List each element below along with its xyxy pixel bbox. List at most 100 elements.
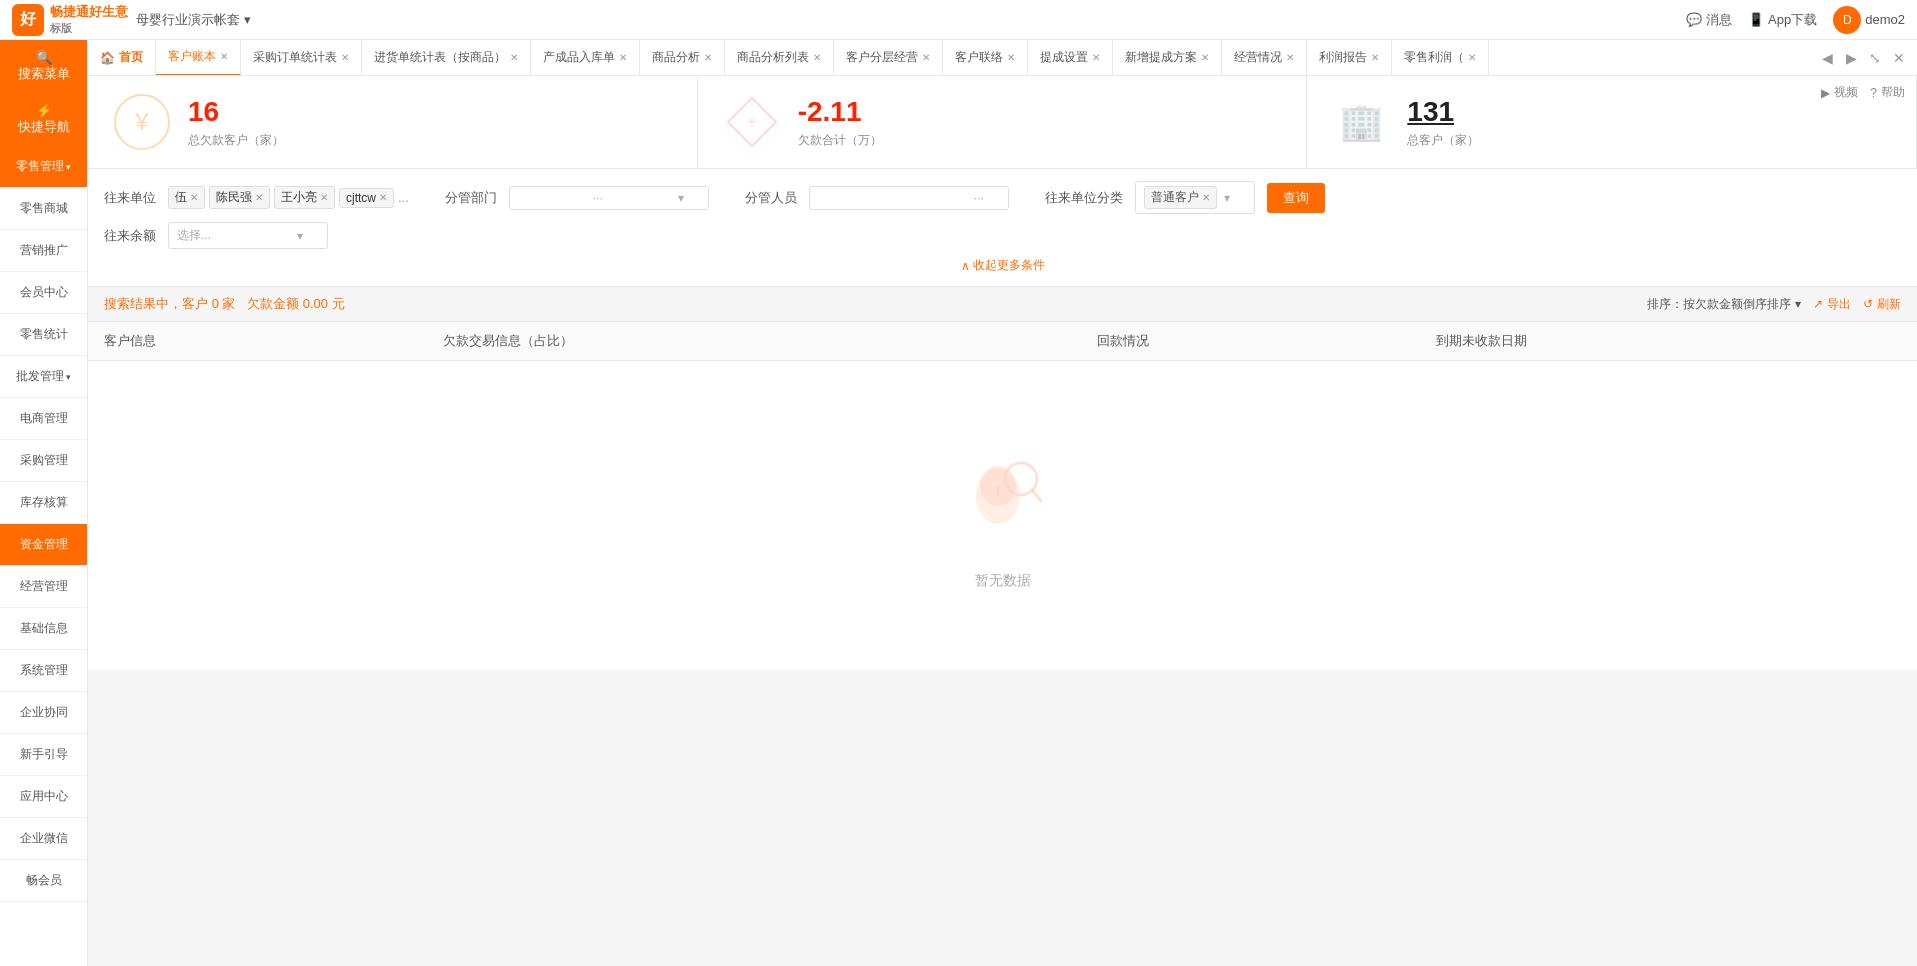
tab-product-list-close[interactable]: ✕ bbox=[813, 52, 821, 63]
tab-profit-label: 利润报告 bbox=[1319, 49, 1367, 66]
sidebar-item-app-center[interactable]: 应用中心 bbox=[0, 776, 87, 818]
tag-wang-close[interactable]: ✕ bbox=[320, 192, 328, 203]
demo-label: 母婴行业演示帐套 bbox=[136, 11, 240, 29]
tab-purchase-close[interactable]: ✕ bbox=[341, 52, 349, 63]
tab-incoming-close[interactable]: ✕ bbox=[510, 52, 518, 63]
tab-purchase-orders[interactable]: 采购订单统计表 ✕ bbox=[241, 40, 362, 76]
sidebar-item-ecommerce-label: 电商管理 bbox=[20, 411, 68, 425]
tab-product-close[interactable]: ✕ bbox=[619, 52, 627, 63]
person-select[interactable]: ··· bbox=[809, 186, 1009, 210]
user-menu[interactable]: D demo2 bbox=[1833, 6, 1905, 34]
stat-icon-3: 🏢 bbox=[1331, 92, 1391, 152]
results-amount-value: 0.00 bbox=[303, 296, 328, 311]
refresh-icon: ↺ bbox=[1863, 297, 1873, 311]
app-download-btn[interactable]: 📱 App下载 bbox=[1748, 11, 1817, 29]
tab-prev-btn[interactable]: ◀ bbox=[1817, 48, 1837, 68]
remaining-placeholder: 选择... bbox=[177, 227, 211, 244]
video-btn[interactable]: ▶ 视频 bbox=[1821, 84, 1858, 101]
query-button[interactable]: 查询 bbox=[1267, 183, 1325, 213]
unit-filter-tags: 伍 ✕ 陈民强 ✕ 王小亮 ✕ cjttcw ✕ bbox=[168, 186, 409, 209]
help-btn[interactable]: ? 帮助 bbox=[1870, 84, 1905, 101]
demo-selector[interactable]: 母婴行业演示帐套 ▾ bbox=[136, 11, 251, 29]
sidebar-item-basic-info[interactable]: 基础信息 bbox=[0, 608, 87, 650]
sidebar-quick-nav[interactable]: ⚡ 快捷导航 bbox=[0, 93, 87, 146]
tab-business[interactable]: 经营情况 ✕ bbox=[1222, 40, 1307, 76]
sidebar-item-retail-mgmt[interactable]: 零售管理 ▾ bbox=[0, 146, 87, 188]
collapse-btn[interactable]: ∧ 收起更多条件 bbox=[961, 257, 1045, 274]
tab-tier-close[interactable]: ✕ bbox=[922, 52, 930, 63]
tab-incoming-stats[interactable]: 进货单统计表（按商品） ✕ bbox=[362, 40, 531, 76]
tab-next-btn[interactable]: ▶ bbox=[1841, 48, 1861, 68]
sidebar-item-newuser-label: 新手引导 bbox=[20, 747, 68, 761]
sidebar-item-member-center[interactable]: 会员中心 bbox=[0, 272, 87, 314]
tab-customer-contact[interactable]: 客户联络 ✕ bbox=[943, 40, 1028, 76]
sidebar-item-system-label: 系统管理 bbox=[20, 663, 68, 677]
tab-close-all-btn[interactable]: ✕ bbox=[1889, 48, 1909, 68]
export-btn[interactable]: ↗ 导出 bbox=[1813, 296, 1851, 313]
tab-product-analysis[interactable]: 商品分析 ✕ bbox=[640, 40, 725, 76]
tab-product-analysis-list[interactable]: 商品分析列表 ✕ bbox=[725, 40, 834, 76]
sidebar-item-system-mgmt[interactable]: 系统管理 bbox=[0, 650, 87, 692]
tag-wu-close[interactable]: ✕ bbox=[190, 192, 198, 203]
sidebar-item-retail-stats[interactable]: 零售统计 bbox=[0, 314, 87, 356]
tab-expand-btn[interactable]: ⤡ bbox=[1865, 48, 1885, 68]
tab-new-commission[interactable]: 新增提成方案 ✕ bbox=[1113, 40, 1222, 76]
remaining-select[interactable]: 选择... ▾ bbox=[168, 222, 328, 249]
dept-more-btn[interactable]: ··· bbox=[593, 191, 603, 205]
message-btn[interactable]: 💬 消息 bbox=[1686, 11, 1732, 29]
sidebar-item-ecommerce-mgmt[interactable]: 电商管理 bbox=[0, 398, 87, 440]
diamond-icon: + bbox=[724, 94, 780, 150]
tab-commission-close[interactable]: ✕ bbox=[1092, 52, 1100, 63]
results-bar: 搜索结果中，客户 0 家 欠款金额 0.00 元 排序：按欠款金额倒序排序 ▾ … bbox=[88, 287, 1917, 322]
filter-tag-more[interactable]: ... bbox=[398, 190, 409, 205]
tab-profit-close[interactable]: ✕ bbox=[1371, 52, 1379, 63]
tab-retail-close[interactable]: ✕ bbox=[1468, 52, 1476, 63]
sidebar-item-inventory[interactable]: 库存核算 bbox=[0, 482, 87, 524]
tab-business-close[interactable]: ✕ bbox=[1286, 52, 1294, 63]
tab-new-commission-close[interactable]: ✕ bbox=[1201, 52, 1209, 63]
sort-select[interactable]: 排序：按欠款金额倒序排序 ▾ bbox=[1647, 296, 1801, 313]
tag-wang-label: 王小亮 bbox=[281, 189, 317, 206]
sidebar-item-purchase-mgmt[interactable]: 采购管理 bbox=[0, 440, 87, 482]
sidebar-item-corp-wechat[interactable]: 企业微信 bbox=[0, 818, 87, 860]
sidebar-item-new-user[interactable]: 新手引导 bbox=[0, 734, 87, 776]
sidebar-item-retail-mall[interactable]: 零售商城 bbox=[0, 188, 87, 230]
results-info: 搜索结果中，客户 0 家 欠款金额 0.00 元 bbox=[104, 295, 345, 313]
tab-profit-report[interactable]: 利润报告 ✕ bbox=[1307, 40, 1392, 76]
topbar: 好 畅捷通好生意 标版 母婴行业演示帐套 ▾ 💬 消息 📱 App下载 D de… bbox=[0, 0, 1917, 40]
category-select[interactable]: 普通客户 ✕ ▾ bbox=[1135, 181, 1255, 214]
tab-product-inventory[interactable]: 产成品入库单 ✕ bbox=[531, 40, 640, 76]
sidebar-item-retail-mgmt-label: 零售管理 bbox=[16, 158, 64, 175]
sidebar-item-ops-mgmt[interactable]: 经营管理 bbox=[0, 566, 87, 608]
sidebar-item-vip[interactable]: 畅会员 bbox=[0, 860, 87, 902]
sidebar-item-capital-mgmt[interactable]: 资金管理 bbox=[0, 524, 87, 566]
sidebar-item-corp-collab[interactable]: 企业协同 bbox=[0, 692, 87, 734]
chevron-down-icon: ▾ bbox=[244, 12, 251, 27]
refresh-btn[interactable]: ↺ 刷新 bbox=[1863, 296, 1901, 313]
tab-accounts[interactable]: 客户账本 ✕ bbox=[156, 40, 241, 76]
sidebar-search[interactable]: 🔍 搜索菜单 bbox=[0, 40, 87, 93]
sidebar-item-batch-mgmt[interactable]: 批发管理 ▾ bbox=[0, 356, 87, 398]
dept-select[interactable]: ··· ▾ bbox=[509, 186, 709, 210]
filter-area: 往来单位 伍 ✕ 陈民强 ✕ 王小亮 ✕ bbox=[88, 169, 1917, 287]
tab-home[interactable]: 🏠 首页 bbox=[88, 40, 156, 76]
logo-icon: 好 bbox=[12, 4, 44, 36]
logo-title: 畅捷通好生意 bbox=[50, 3, 128, 21]
logo-subtitle: 标版 bbox=[50, 21, 128, 36]
tab-retail-profit[interactable]: 零售利润（ ✕ bbox=[1392, 40, 1489, 76]
sidebar-item-basic-label: 基础信息 bbox=[20, 621, 68, 635]
tab-accounts-close[interactable]: ✕ bbox=[220, 51, 228, 62]
tab-contact-close[interactable]: ✕ bbox=[1007, 52, 1015, 63]
person-more-btn[interactable]: ··· bbox=[974, 191, 984, 205]
tag-cj-close[interactable]: ✕ bbox=[379, 192, 387, 203]
tag-chen-close[interactable]: ✕ bbox=[255, 192, 263, 203]
empty-illustration bbox=[953, 441, 1053, 541]
main-layout: 🔍 搜索菜单 ⚡ 快捷导航 零售管理 ▾ 零售商城 营销推广 会员中心 零售统计… bbox=[0, 40, 1917, 966]
tab-customer-tier[interactable]: 客户分层经营 ✕ bbox=[834, 40, 943, 76]
tab-commission-settings[interactable]: 提成设置 ✕ bbox=[1028, 40, 1113, 76]
results-count: 0 bbox=[212, 296, 219, 311]
dept-chevron-icon: ▾ bbox=[678, 191, 684, 205]
tab-product-analysis-close[interactable]: ✕ bbox=[704, 52, 712, 63]
category-tag-close[interactable]: ✕ bbox=[1202, 192, 1210, 203]
sidebar-item-marketing[interactable]: 营销推广 bbox=[0, 230, 87, 272]
